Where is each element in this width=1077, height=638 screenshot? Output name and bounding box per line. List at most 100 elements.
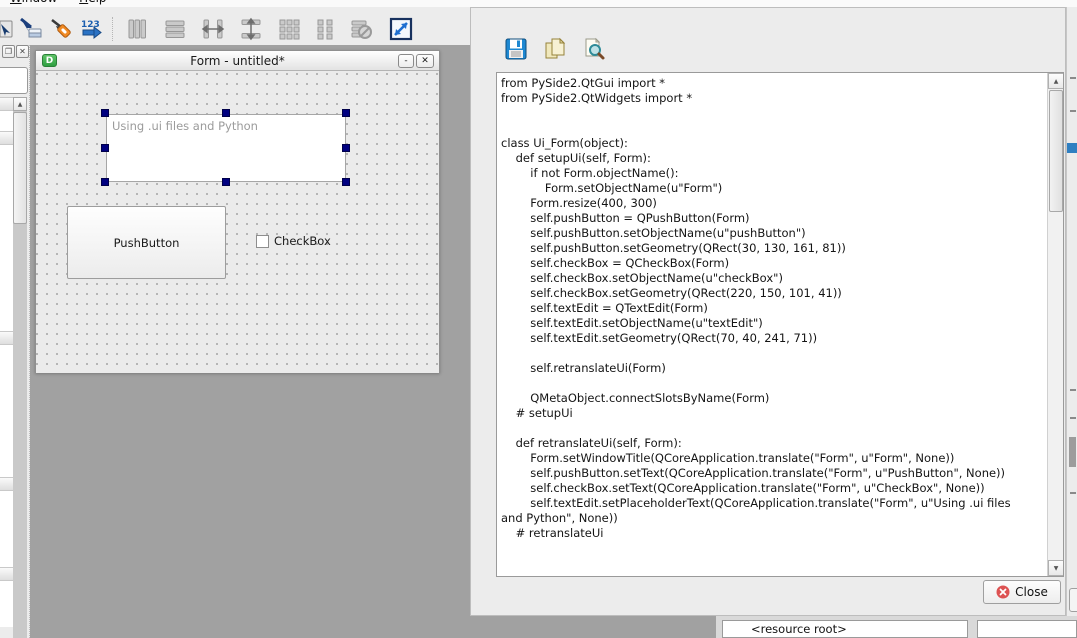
code-line: self.textEdit.setGeometry(QRect(70, 40, …	[501, 331, 1043, 346]
code-line: # retranslateUi	[501, 526, 1043, 541]
resize-handle-ne[interactable]	[342, 109, 350, 117]
scroll-up-icon[interactable]: ▲	[13, 97, 27, 111]
scrollbar-thumb[interactable]	[1049, 90, 1063, 212]
scrollbar-thumb[interactable]	[13, 112, 27, 224]
qt-designer-screen: Window Help 123	[0, 0, 1077, 638]
menu-window[interactable]: Window	[10, 0, 57, 5]
resize-handle-s[interactable]	[222, 178, 230, 186]
widget-category[interactable]	[0, 567, 13, 581]
scroll-up-icon[interactable]: ▲	[1048, 73, 1064, 89]
generated-code-view[interactable]: from PySide2.QtGui import *from PySide2.…	[496, 72, 1064, 577]
code-line: self.pushButton = QPushButton(Form)	[501, 211, 1043, 226]
minimize-button[interactable]: -	[398, 54, 414, 68]
pushbutton-widget[interactable]: PushButton	[67, 206, 226, 279]
code-line: # setupUi	[501, 406, 1043, 421]
textedit-placeholder: Using .ui files and Python	[112, 119, 258, 133]
dialog-toolbar	[501, 34, 609, 62]
dock-float-icon[interactable]: ❐	[2, 45, 15, 58]
code-line: self.textEdit = QTextEdit(Form)	[501, 301, 1043, 316]
tree-branch-mark	[1070, 389, 1076, 391]
code-line: self.checkBox.setGeometry(QRect(220, 150…	[501, 286, 1043, 301]
code-line: def retranslateUi(self, Form):	[501, 436, 1043, 451]
main-toolbar: 123	[0, 11, 470, 47]
layout-vertically-icon[interactable]	[160, 14, 190, 44]
copy-icon[interactable]	[540, 34, 570, 64]
code-line	[501, 121, 1043, 136]
mdi-background-bottom	[470, 616, 716, 638]
close-button[interactable]: ✕	[416, 54, 434, 68]
find-icon[interactable]	[579, 34, 609, 64]
close-button-label: Close	[1015, 585, 1048, 599]
code-line	[501, 421, 1043, 436]
close-circle-icon	[996, 585, 1010, 599]
resize-handle-sw[interactable]	[101, 178, 109, 186]
layout-grid-icon[interactable]	[274, 14, 304, 44]
scrollbar-thumb-fragment	[1069, 437, 1076, 467]
code-line: Form.setWindowTitle(QCoreApplication.tra…	[501, 451, 1043, 466]
resize-handle-nw[interactable]	[101, 109, 109, 117]
break-layout-icon[interactable]	[346, 14, 376, 44]
layout-form-icon[interactable]	[310, 14, 340, 44]
resource-panel-fragment	[977, 620, 1077, 638]
code-line: Form.resize(400, 300)	[501, 196, 1043, 211]
edit-buddies-icon[interactable]	[46, 14, 76, 44]
code-preview-dialog: from PySide2.QtGui import *from PySide2.…	[470, 7, 1066, 616]
form-titlebar[interactable]: D Form - untitled* - ✕	[36, 51, 439, 71]
menu-bar: Window Help	[0, 0, 1077, 7]
code-line: from PySide2.QtGui import *	[501, 76, 1043, 91]
layout-horizontally-icon[interactable]	[122, 14, 152, 44]
tree-branch-mark	[1070, 492, 1076, 494]
widget-category[interactable]	[0, 331, 13, 345]
resize-handle-e[interactable]	[342, 144, 350, 152]
code-line: from PySide2.QtWidgets import *	[501, 91, 1043, 106]
code-line	[501, 106, 1043, 121]
selected-row-fragment	[1067, 143, 1077, 153]
layout-horizontal-splitter-icon[interactable]	[198, 14, 228, 44]
code-line	[501, 346, 1043, 361]
adjust-size-icon[interactable]	[386, 14, 416, 44]
textedit-widget[interactable]: Using .ui files and Python	[106, 114, 346, 182]
dock-close-icon[interactable]: ✕	[16, 45, 29, 58]
code-scrollbar[interactable]: ▲ ▼	[1047, 73, 1063, 576]
code-line: self.pushButton.setObjectName(u"pushButt…	[501, 226, 1043, 241]
widget-category[interactable]	[0, 131, 13, 145]
close-dialog-button[interactable]: Close	[983, 580, 1061, 604]
code-line: def setupUi(self, Form):	[501, 151, 1043, 166]
checkbox-label: CheckBox	[274, 234, 331, 248]
designer-main-window: 123	[0, 7, 470, 638]
widget-box-dock: ❐ ✕ ▲	[0, 45, 30, 638]
code-line: Form.setObjectName(u"Form")	[501, 181, 1043, 196]
code-line: self.checkBox.setText(QCoreApplication.t…	[501, 481, 1043, 496]
edit-signals-slots-icon[interactable]	[16, 14, 46, 44]
edit-widgets-icon[interactable]	[0, 14, 16, 44]
button-fragment	[1069, 588, 1077, 612]
form-editor-window: D Form - untitled* - ✕ Using .ui files a…	[35, 50, 440, 373]
code-line: QMetaObject.connectSlotsByName(Form)	[501, 391, 1043, 406]
widget-category[interactable]	[0, 97, 13, 111]
save-icon[interactable]	[501, 34, 531, 64]
resize-handle-se[interactable]	[342, 178, 350, 186]
widget-filter-input[interactable]	[0, 67, 28, 94]
resize-handle-w[interactable]	[101, 144, 109, 152]
widget-category[interactable]	[0, 477, 13, 491]
form-canvas[interactable]: Using .ui files and Python PushButton Ch…	[36, 72, 439, 373]
resize-handle-n[interactable]	[222, 109, 230, 117]
layout-vertical-splitter-icon[interactable]	[236, 14, 266, 44]
code-line: and Python", None))	[501, 511, 1043, 526]
resource-root-item[interactable]: <resource root>	[722, 620, 968, 638]
widget-box-scrollbar[interactable]: ▲	[13, 97, 27, 638]
widget-list[interactable]	[0, 97, 13, 627]
background-window-strip	[1066, 7, 1077, 616]
code-line: class Ui_Form(object):	[501, 136, 1043, 151]
svg-text:123: 123	[81, 20, 100, 30]
code-line: self.textEdit.setPlaceholderText(QCoreAp…	[501, 496, 1043, 511]
form-window-title: Form - untitled*	[36, 54, 439, 68]
menu-help[interactable]: Help	[79, 0, 106, 5]
tree-branch-mark	[1070, 77, 1076, 79]
scroll-down-icon[interactable]: ▼	[1048, 560, 1064, 576]
checkbox-widget[interactable]: CheckBox	[256, 233, 331, 249]
tree-branch-mark	[1070, 110, 1076, 112]
edit-tab-order-icon[interactable]: 123	[76, 14, 106, 44]
code-text: from PySide2.QtGui import *from PySide2.…	[501, 76, 1043, 541]
checkbox-indicator[interactable]	[256, 235, 269, 248]
